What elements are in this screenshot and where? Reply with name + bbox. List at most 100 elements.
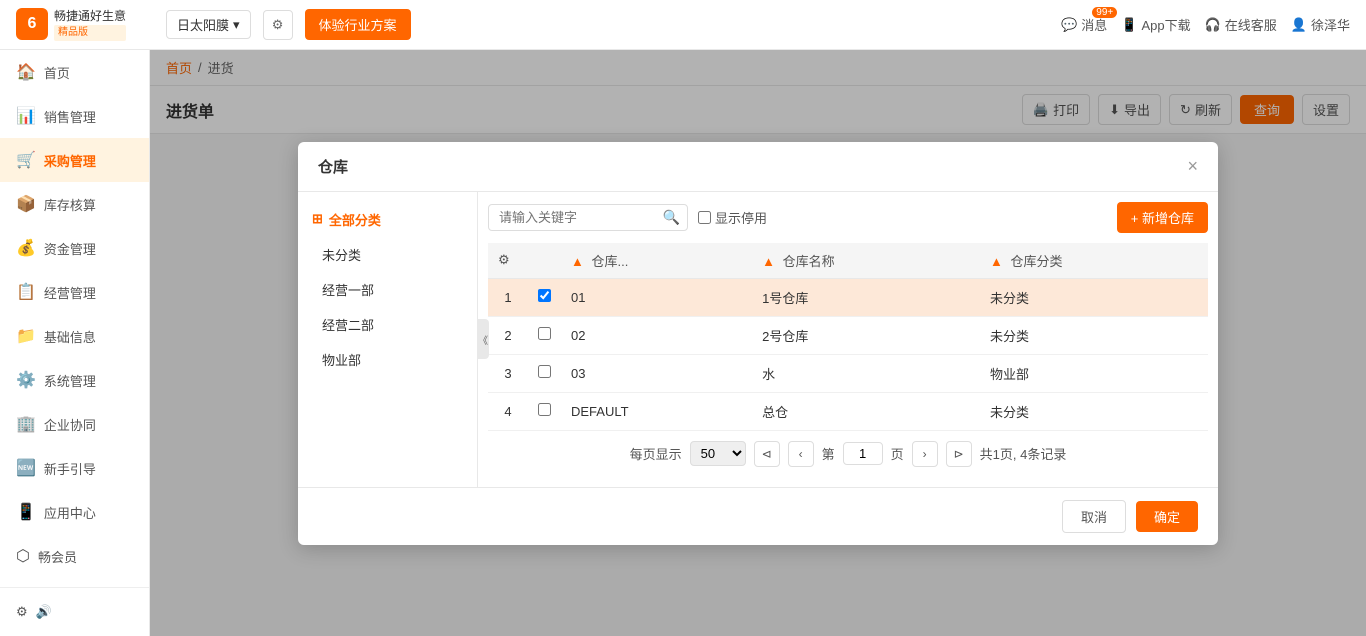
table-header-settings[interactable]: ⚙ (488, 243, 528, 279)
app-download-button[interactable]: 📱 App下载 (1121, 15, 1190, 34)
dialog-header: 仓库 × (298, 142, 1218, 192)
headset-icon: 🎧 (1205, 17, 1221, 33)
messages-button[interactable]: 💬 消息 99+ (1061, 15, 1107, 34)
sidebar-item-inventory[interactable]: 📦 库存核算 (0, 182, 149, 226)
guide-icon: 🆕 (16, 458, 36, 478)
search-wrap: 🔍 (488, 204, 688, 231)
top-header: 6 畅捷通好生意 精品版 日太阳膜 ▾ ⚙ 体验行业方案 💬 消息 99+ 📱 … (0, 0, 1366, 50)
sidebar-item-sales[interactable]: 📊 销售管理 (0, 94, 149, 138)
inventory-icon: 📦 (16, 194, 36, 214)
show-disabled-label: 显示停用 (715, 208, 767, 227)
table-panel: 🔍 显示停用 + 新增仓库 ⚙ (478, 192, 1218, 487)
main-layout: 🏠 首页 📊 销售管理 🛒 采购管理 📦 库存核算 💰 资金管理 📋 经营管理 … (0, 50, 1366, 636)
member-icon: ⬡ (16, 546, 30, 566)
online-service-button[interactable]: 🎧 在线客服 (1205, 15, 1277, 34)
show-disabled-wrap: 显示停用 (698, 208, 767, 227)
category-item-ops2[interactable]: 经营二部 (298, 307, 477, 342)
table-header-checkbox (528, 243, 561, 279)
dialog-body: ⊞ 全部分类 未分类 经营一部 经营二部 物业部 《 (298, 192, 1218, 487)
sort-icon-name: ▲ (762, 254, 775, 269)
category-panel: ⊞ 全部分类 未分类 经营一部 经营二部 物业部 《 (298, 192, 478, 487)
row-code: 02 (561, 316, 752, 354)
row-checkbox-cell (528, 354, 561, 392)
row-category: 未分类 (980, 316, 1208, 354)
dialog-close-button[interactable]: × (1187, 156, 1198, 177)
row-category: 未分类 (980, 278, 1208, 316)
user-profile-button[interactable]: 👤 徐泽华 (1291, 15, 1350, 34)
table-row[interactable]: 4 DEFAULT 总仓 未分类 (488, 392, 1208, 430)
category-item-ops1[interactable]: 经营一部 (298, 272, 477, 307)
row-checkbox[interactable] (538, 365, 551, 378)
gear-icon: ⚙ (16, 604, 28, 620)
row-name: 1号仓库 (752, 278, 980, 316)
page-size-select[interactable]: 50 20 100 (690, 441, 746, 466)
sidebar-item-operations[interactable]: 📋 经营管理 (0, 270, 149, 314)
home-icon: 🏠 (16, 62, 36, 82)
phone-icon: 📱 (1121, 17, 1137, 33)
next-page-button[interactable]: › (912, 441, 938, 467)
enterprise-icon: 🏢 (16, 414, 36, 434)
purchase-icon: 🛒 (16, 150, 36, 170)
table-header-name[interactable]: ▲ 仓库名称 (752, 243, 980, 279)
table-row[interactable]: 3 03 水 物业部 (488, 354, 1208, 392)
confirm-button[interactable]: 确定 (1136, 501, 1198, 532)
sidebar-item-finance[interactable]: 💰 资金管理 (0, 226, 149, 270)
search-input[interactable] (488, 204, 688, 231)
row-code: 03 (561, 354, 752, 392)
sidebar-item-guide[interactable]: 🆕 新手引导 (0, 446, 149, 490)
sidebar-item-enterprise[interactable]: 🏢 企业协同 (0, 402, 149, 446)
page-number-input[interactable] (843, 442, 883, 465)
collapse-panel-button[interactable]: 《 (477, 319, 489, 359)
category-item-property[interactable]: 物业部 (298, 342, 477, 377)
grid-icon: ⊞ (312, 211, 323, 227)
warehouse-dialog: 仓库 × ⊞ 全部分类 未分类 经营一部 经营二部 物业部 (298, 142, 1218, 545)
settings-icon[interactable]: ⚙ (263, 10, 293, 40)
first-page-button[interactable]: ⊲ (754, 441, 780, 467)
search-icon[interactable]: 🔍 (663, 209, 680, 226)
table-header-code[interactable]: ▲ 仓库... (561, 243, 752, 279)
table-toolbar: 🔍 显示停用 + 新增仓库 (488, 202, 1208, 233)
row-name: 2号仓库 (752, 316, 980, 354)
table-row[interactable]: 2 02 2号仓库 未分类 (488, 316, 1208, 354)
row-num: 3 (488, 354, 528, 392)
message-icon: 💬 (1061, 17, 1077, 33)
avatar: 👤 (1291, 17, 1307, 33)
all-category-item[interactable]: ⊞ 全部分类 (298, 202, 477, 237)
row-checkbox-cell (528, 278, 561, 316)
row-name: 总仓 (752, 392, 980, 430)
row-checkbox[interactable] (538, 403, 551, 416)
last-page-button[interactable]: ⊳ (946, 441, 972, 467)
table-row[interactable]: 1 01 1号仓库 未分类 (488, 278, 1208, 316)
row-checkbox[interactable] (538, 289, 551, 302)
sidebar-settings-button[interactable]: ⚙ 🔊 (0, 596, 149, 628)
row-checkbox[interactable] (538, 327, 551, 340)
sidebar-item-apps[interactable]: 📱 应用中心 (0, 490, 149, 534)
store-selector[interactable]: 日太阳膜 ▾ (166, 10, 251, 39)
row-num: 2 (488, 316, 528, 354)
header-right: 💬 消息 99+ 📱 App下载 🎧 在线客服 👤 徐泽华 (1061, 15, 1350, 34)
sidebar-item-purchase[interactable]: 🛒 采购管理 (0, 138, 149, 182)
logo-text: 畅捷通好生意 精品版 (54, 8, 126, 41)
show-disabled-checkbox[interactable] (698, 211, 711, 224)
apps-icon: 📱 (16, 502, 36, 522)
finance-icon: 💰 (16, 238, 36, 258)
table-header-row: ⚙ ▲ 仓库... ▲ 仓库名称 (488, 243, 1208, 279)
dialog-footer: 取消 确定 (298, 487, 1218, 545)
content-area: 首页 / 进货 进货单 🖨️ 打印 ⬇ 导出 ↻ 刷新 查询 设置 仓库 × (150, 50, 1366, 636)
operations-icon: 📋 (16, 282, 36, 302)
try-industry-button[interactable]: 体验行业方案 (305, 9, 411, 40)
row-category: 未分类 (980, 392, 1208, 430)
table-header-category[interactable]: ▲ 仓库分类 (980, 243, 1208, 279)
cancel-button[interactable]: 取消 (1062, 500, 1126, 533)
category-item-unclassified[interactable]: 未分类 (298, 237, 477, 272)
sidebar-item-basic[interactable]: 📁 基础信息 (0, 314, 149, 358)
new-warehouse-button[interactable]: + 新增仓库 (1117, 202, 1208, 233)
sidebar-item-home[interactable]: 🏠 首页 (0, 50, 149, 94)
row-checkbox-cell (528, 392, 561, 430)
sidebar-item-member[interactable]: ⬡ 畅会员 (0, 534, 149, 578)
sales-icon: 📊 (16, 106, 36, 126)
sidebar-item-system[interactable]: ⚙️ 系统管理 (0, 358, 149, 402)
prev-page-button[interactable]: ‹ (788, 441, 814, 467)
row-category: 物业部 (980, 354, 1208, 392)
dialog-overlay: 仓库 × ⊞ 全部分类 未分类 经营一部 经营二部 物业部 (150, 50, 1366, 636)
